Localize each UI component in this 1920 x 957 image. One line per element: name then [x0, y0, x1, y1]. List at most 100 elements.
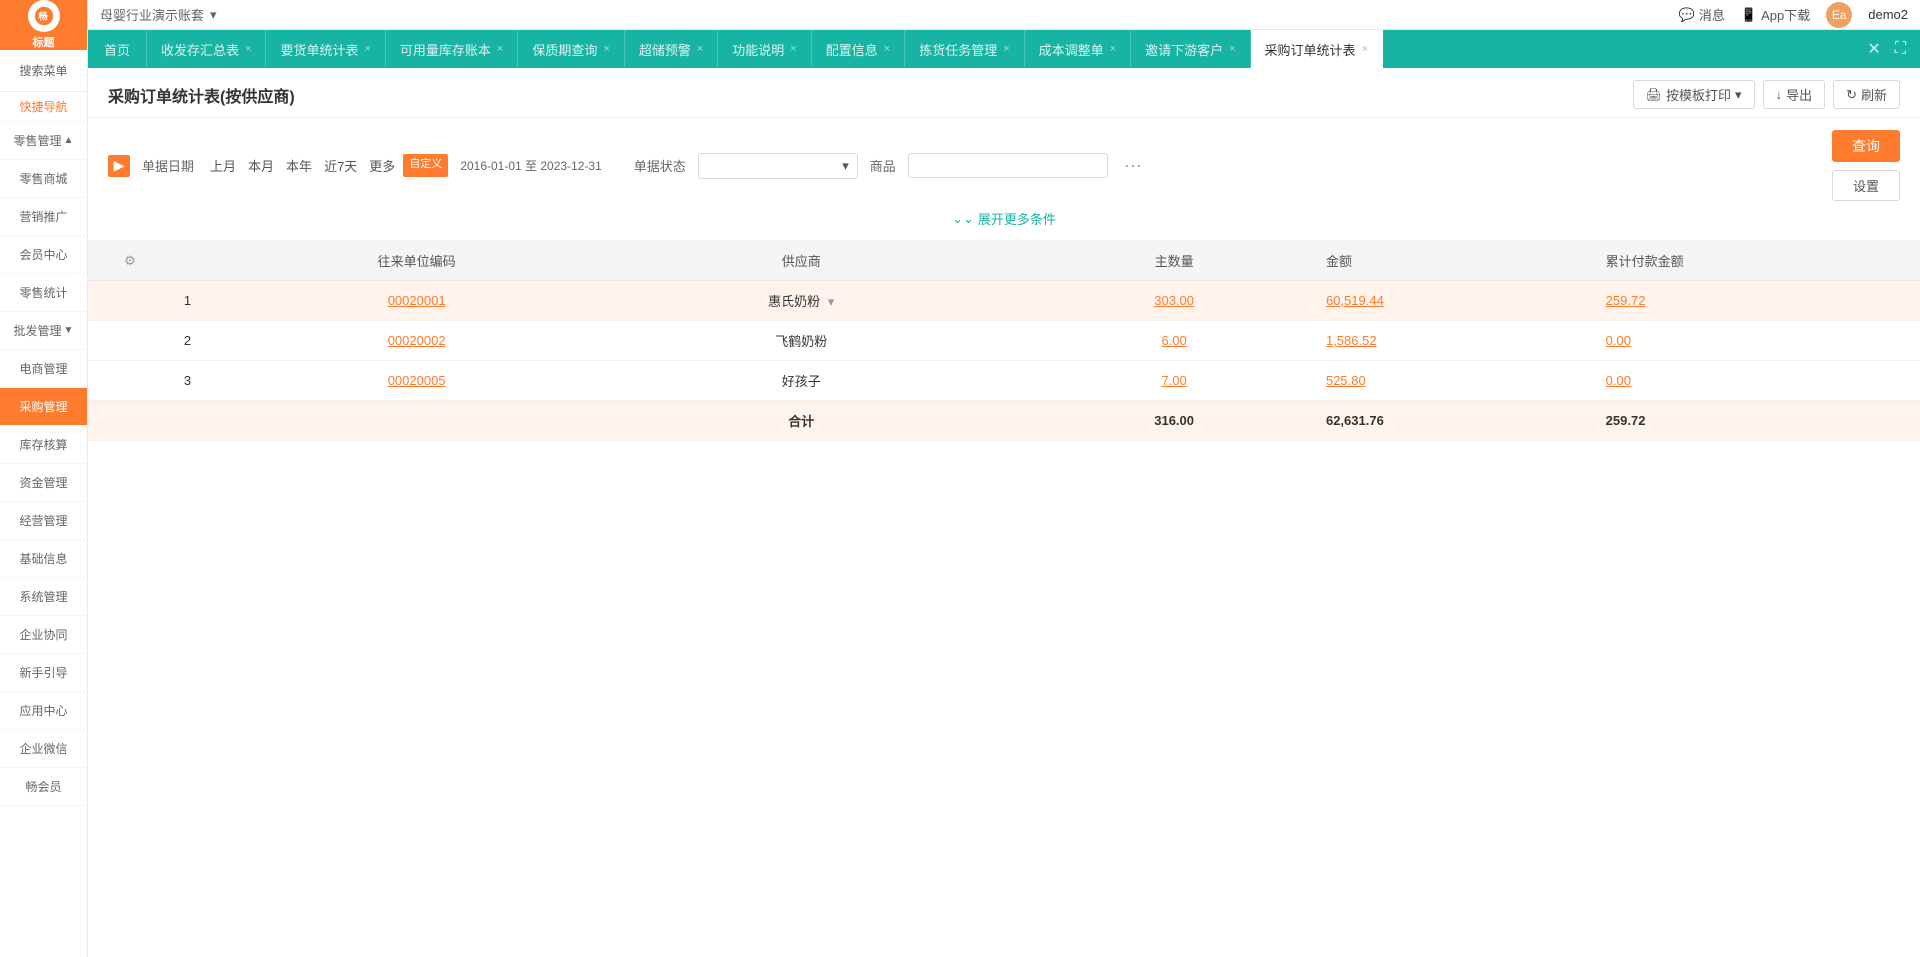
- export-btn[interactable]: ↓ 导出: [1763, 80, 1826, 109]
- sidebar-item-corp-collab[interactable]: 企业协同: [0, 616, 87, 654]
- date-custom-badge[interactable]: 自定义: [403, 154, 448, 177]
- sidebar-item-new-guide[interactable]: 新手引导: [0, 654, 87, 692]
- status-label: 单据状态: [634, 156, 686, 175]
- status-select[interactable]: ▾: [698, 153, 858, 179]
- tab-overstock-warning[interactable]: 超储预警 ×: [625, 30, 718, 68]
- tab-config-info[interactable]: 配置信息 ×: [812, 30, 905, 68]
- sidebar-item-marketing[interactable]: 营销推广: [0, 198, 87, 236]
- tab-goods-stat[interactable]: 要货单统计表 ×: [266, 30, 385, 68]
- sidebar-item-member[interactable]: 会员中心: [0, 236, 87, 274]
- footer-settings-cell: [88, 401, 172, 441]
- sidebar-item-system[interactable]: 系统管理: [0, 578, 87, 616]
- amount-link[interactable]: 60,519.44: [1326, 293, 1384, 308]
- sidebar-item-label: 零售商城: [19, 172, 67, 186]
- tab-cost-adjust[interactable]: 成本调整单 ×: [1025, 30, 1131, 68]
- date-this-year-btn[interactable]: 本年: [282, 154, 316, 177]
- expand-label: 展开更多条件: [978, 209, 1056, 228]
- sidebar-item-retail[interactable]: 零售管理 ▲: [0, 122, 87, 160]
- setting-btn[interactable]: 设置: [1832, 170, 1900, 201]
- tab-label: 配置信息: [826, 40, 878, 59]
- sidebar-item-inventory[interactable]: 库存核算: [0, 426, 87, 464]
- sidebar-item-ecommerce[interactable]: 电商管理: [0, 350, 87, 388]
- sidebar-item-finance[interactable]: 资金管理: [0, 464, 87, 502]
- sidebar-item-label: 库存核算: [19, 438, 67, 452]
- user-avatar[interactable]: Ea: [1826, 2, 1852, 28]
- tab-close-icon[interactable]: ×: [884, 43, 890, 55]
- amount-link[interactable]: 1,586.52: [1326, 333, 1377, 348]
- col-supplier-header: 供应商: [568, 241, 1034, 281]
- close-tab-btn[interactable]: ✕: [1861, 35, 1886, 63]
- tab-home[interactable]: 首页: [88, 30, 147, 68]
- code-link[interactable]: 00020001: [388, 293, 446, 308]
- tab-expiry-query[interactable]: 保质期查询 ×: [518, 30, 624, 68]
- sidebar-item-label: 系统管理: [19, 590, 67, 604]
- tab-close-icon[interactable]: ×: [497, 43, 503, 55]
- workspace-selector[interactable]: 母婴行业演示账套 ▾: [100, 5, 217, 24]
- tab-purchase-order-stat[interactable]: 采购订单统计表 ×: [1251, 30, 1383, 68]
- tab-close-icon[interactable]: ×: [364, 43, 370, 55]
- sidebar-item-label: 企业微信: [19, 742, 67, 756]
- tab-close-icon[interactable]: ×: [697, 43, 703, 55]
- tab-label: 超储预警: [639, 40, 691, 59]
- qty-link[interactable]: 6.00: [1161, 333, 1186, 348]
- date-7days-btn[interactable]: 近7天: [320, 154, 361, 177]
- expand-more-btn[interactable]: ⌄⌄ 展开更多条件: [952, 209, 1056, 228]
- tab-close-icon[interactable]: ×: [245, 43, 251, 55]
- tab-pick-task[interactable]: 拣货任务管理 ×: [905, 30, 1024, 68]
- logo-icon: 畅: [28, 0, 60, 32]
- print-btn[interactable]: 🖨 按模板打印 ▾: [1633, 80, 1755, 109]
- supplier-expand-icon[interactable]: ▾: [828, 294, 835, 309]
- user-name[interactable]: demo2: [1868, 7, 1908, 22]
- code-link[interactable]: 00020005: [388, 373, 446, 388]
- goods-label: 商品: [870, 156, 896, 175]
- qty-link[interactable]: 303.00: [1154, 293, 1194, 308]
- sidebar-item-member2[interactable]: 畅会员: [0, 768, 87, 806]
- sidebar-item-wholesale[interactable]: 批发管理 ▼: [0, 312, 87, 350]
- sidebar-item-app-center[interactable]: 应用中心: [0, 692, 87, 730]
- column-settings-icon[interactable]: ⚙: [124, 253, 136, 268]
- sidebar-item-retail-shop[interactable]: 零售商城: [0, 160, 87, 198]
- refresh-btn[interactable]: ↻ 刷新: [1833, 80, 1900, 109]
- tab-label: 采购订单统计表: [1265, 40, 1356, 59]
- code-link[interactable]: 00020002: [388, 333, 446, 348]
- tab-invite-downstream[interactable]: 邀请下游客户 ×: [1131, 30, 1250, 68]
- tab-func-desc[interactable]: 功能说明 ×: [718, 30, 811, 68]
- amount-link[interactable]: 525.80: [1326, 373, 1366, 388]
- date-this-month-btn[interactable]: 本月: [244, 154, 278, 177]
- tab-close-icon[interactable]: ×: [1110, 43, 1116, 55]
- date-more-btn[interactable]: 更多: [365, 154, 399, 177]
- sidebar-item-purchase[interactable]: 采购管理: [0, 388, 87, 426]
- qty-link[interactable]: 7.00: [1161, 373, 1186, 388]
- tab-label: 保质期查询: [532, 40, 597, 59]
- table-footer-row: 合计 316.00 62,631.76 259.72: [88, 401, 1920, 441]
- tab-close-icon[interactable]: ×: [1003, 43, 1009, 55]
- filter-toggle-btn[interactable]: ▶: [108, 155, 130, 177]
- sidebar-item-operation[interactable]: 经营管理: [0, 502, 87, 540]
- chevron-down-icon: ▾: [210, 7, 217, 23]
- more-options-icon[interactable]: ···: [1120, 155, 1146, 176]
- tab-close-icon[interactable]: ×: [790, 43, 796, 55]
- message-btn[interactable]: 💬 消息: [1679, 5, 1725, 24]
- search-menu-btn[interactable]: 搜索菜单: [6, 58, 81, 83]
- main-area: 母婴行业演示账套 ▾ 💬 消息 📱 App下载 Ea demo2: [88, 0, 1920, 957]
- date-last-month-btn[interactable]: 上月: [206, 154, 240, 177]
- filter-area: ▶ 单据日期 上月 本月 本年 近7天 更多 自定义 2016-01-01 至 …: [88, 118, 1920, 241]
- maximize-tab-btn[interactable]: ⛶: [1889, 36, 1912, 62]
- tab-close-icon[interactable]: ×: [1229, 43, 1235, 55]
- paid-link[interactable]: 0.00: [1606, 333, 1631, 348]
- tab-collect-pay[interactable]: 收发存汇总表 ×: [147, 30, 266, 68]
- tab-available-stock[interactable]: 可用量库存账本 ×: [386, 30, 518, 68]
- tab-close-icon[interactable]: ×: [1362, 43, 1368, 55]
- sidebar-item-corp-wechat[interactable]: 企业微信: [0, 730, 87, 768]
- app-download-btn[interactable]: 📱 App下载: [1741, 5, 1810, 24]
- table-area: ⚙ 往来单位编码 供应商 主数量 金额 累计付款金额: [88, 241, 1920, 957]
- paid-link[interactable]: 259.72: [1606, 293, 1646, 308]
- sidebar-item-basic-info[interactable]: 基础信息: [0, 540, 87, 578]
- query-btn[interactable]: 查询: [1832, 130, 1900, 162]
- col-code-header: 往来单位编码: [265, 241, 568, 281]
- goods-input[interactable]: [908, 153, 1108, 178]
- sidebar-item-retail-stat[interactable]: 零售统计: [0, 274, 87, 312]
- quick-nav-btn[interactable]: 快捷导航: [0, 92, 87, 122]
- paid-link[interactable]: 0.00: [1606, 373, 1631, 388]
- tab-close-icon[interactable]: ×: [603, 43, 609, 55]
